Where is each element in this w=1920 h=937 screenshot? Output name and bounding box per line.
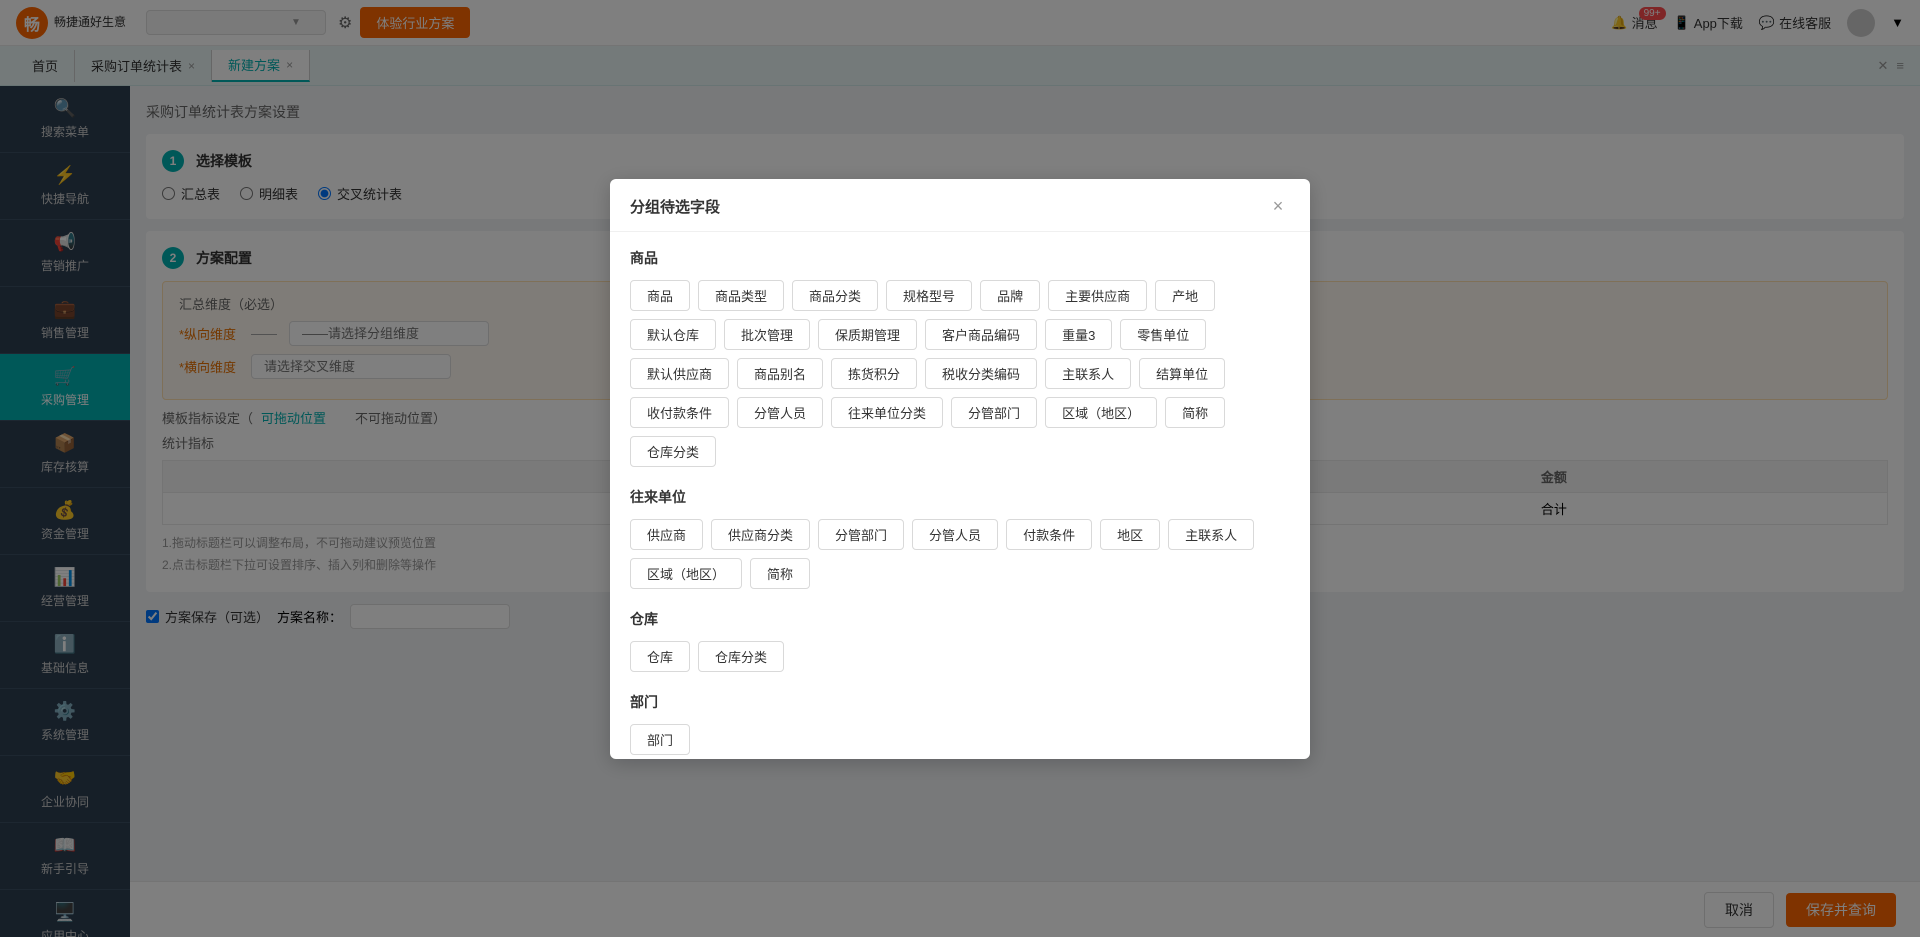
field-group: 部门部门 — [630, 692, 1290, 755]
field-chip[interactable]: 简称 — [750, 558, 810, 589]
field-chip[interactable]: 简称 — [1165, 397, 1225, 428]
modal-overlay: 分组待选字段 × 商品商品商品类型商品分类规格型号品牌主要供应商产地默认仓库批次… — [0, 0, 1920, 937]
field-chip[interactable]: 分管部门 — [818, 519, 904, 550]
field-group: 往来单位供应商供应商分类分管部门分管人员付款条件地区主联系人区域（地区） 简称 — [630, 487, 1290, 589]
field-chip[interactable]: 主要供应商 — [1048, 280, 1147, 311]
field-chip[interactable]: 仓库分类 — [630, 436, 716, 467]
field-chip[interactable]: 区域（地区） — [630, 558, 742, 589]
field-chip[interactable]: 零售单位 — [1120, 319, 1206, 350]
field-group: 仓库仓库仓库分类 — [630, 609, 1290, 672]
field-chip[interactable]: 分管部门 — [951, 397, 1037, 428]
field-chip[interactable]: 保质期管理 — [818, 319, 917, 350]
field-chip[interactable]: 往来单位分类 — [831, 397, 943, 428]
field-chip[interactable]: 商品分类 — [792, 280, 878, 311]
field-chip[interactable]: 品牌 — [980, 280, 1040, 311]
modal-body[interactable]: 商品商品商品类型商品分类规格型号品牌主要供应商产地默认仓库批次管理保质期管理客户… — [610, 232, 1310, 759]
field-chip[interactable]: 规格型号 — [886, 280, 972, 311]
field-chip[interactable]: 默认仓库 — [630, 319, 716, 350]
field-chip[interactable]: 收付款条件 — [630, 397, 729, 428]
field-chip[interactable]: 主联系人 — [1045, 358, 1131, 389]
field-chip[interactable]: 地区 — [1100, 519, 1160, 550]
field-chip[interactable]: 结算单位 — [1139, 358, 1225, 389]
field-chip[interactable]: 分管人员 — [737, 397, 823, 428]
field-chip[interactable]: 客户商品编码 — [925, 319, 1037, 350]
field-chip[interactable]: 税收分类编码 — [925, 358, 1037, 389]
field-chip[interactable]: 重量3 — [1045, 319, 1112, 350]
modal-close-button[interactable]: × — [1266, 195, 1290, 219]
modal-header: 分组待选字段 × — [610, 179, 1310, 232]
field-chip[interactable]: 默认供应商 — [630, 358, 729, 389]
field-chip[interactable]: 仓库分类 — [698, 641, 784, 672]
field-group-title: 仓库 — [630, 609, 1290, 629]
field-chips: 商品商品类型商品分类规格型号品牌主要供应商产地默认仓库批次管理保质期管理客户商品… — [630, 280, 1290, 467]
field-chips: 部门 — [630, 724, 1290, 755]
field-chip[interactable]: 区域（地区） — [1045, 397, 1157, 428]
field-group-title: 部门 — [630, 692, 1290, 712]
field-chip[interactable]: 供应商 — [630, 519, 703, 550]
field-group-title: 往来单位 — [630, 487, 1290, 507]
field-chip[interactable]: 产地 — [1155, 280, 1215, 311]
field-chip[interactable]: 商品类型 — [698, 280, 784, 311]
modal-dialog: 分组待选字段 × 商品商品商品类型商品分类规格型号品牌主要供应商产地默认仓库批次… — [610, 179, 1310, 759]
field-chip[interactable]: 仓库 — [630, 641, 690, 672]
field-group: 商品商品商品类型商品分类规格型号品牌主要供应商产地默认仓库批次管理保质期管理客户… — [630, 248, 1290, 467]
field-chip[interactable]: 商品别名 — [737, 358, 823, 389]
field-chips: 仓库仓库分类 — [630, 641, 1290, 672]
field-chip[interactable]: 部门 — [630, 724, 690, 755]
field-chip[interactable]: 批次管理 — [724, 319, 810, 350]
field-chip[interactable]: 分管人员 — [912, 519, 998, 550]
field-group-title: 商品 — [630, 248, 1290, 268]
field-chips: 供应商供应商分类分管部门分管人员付款条件地区主联系人区域（地区） 简称 — [630, 519, 1290, 589]
field-chip[interactable]: 商品 — [630, 280, 690, 311]
field-chip[interactable]: 付款条件 — [1006, 519, 1092, 550]
field-chip[interactable]: 拣货积分 — [831, 358, 917, 389]
field-chip[interactable]: 主联系人 — [1168, 519, 1254, 550]
modal-title: 分组待选字段 — [630, 196, 720, 217]
field-chip[interactable]: 供应商分类 — [711, 519, 810, 550]
